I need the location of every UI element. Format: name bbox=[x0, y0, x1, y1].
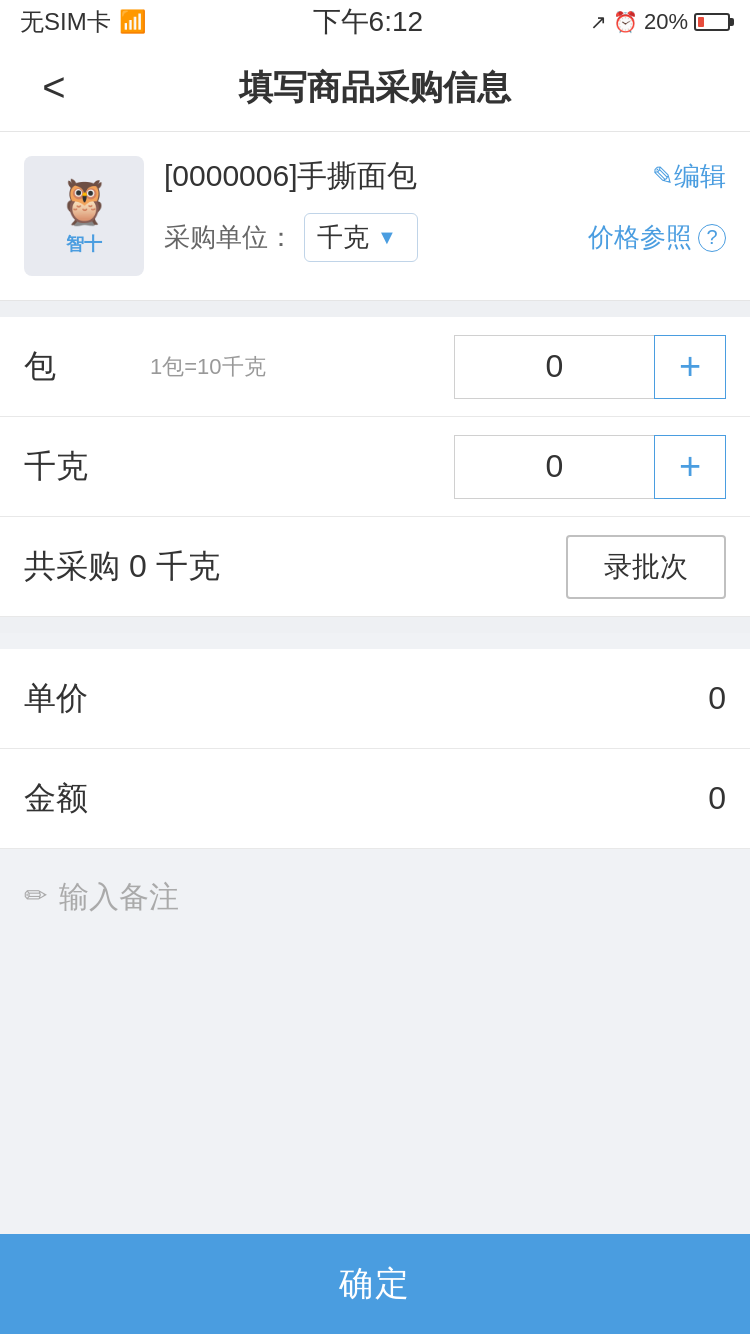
confirm-button[interactable]: 确定 bbox=[0, 1234, 750, 1334]
back-button[interactable]: < bbox=[24, 58, 84, 118]
product-image: 🦉 智十 bbox=[24, 156, 144, 276]
unit-row: 采购单位： 千克 ▼ 价格参照 ? bbox=[164, 213, 726, 262]
alarm-icon: ⏰ bbox=[613, 10, 638, 34]
unit-price-value: 0 bbox=[708, 680, 726, 717]
batch-button[interactable]: 录批次 bbox=[566, 535, 726, 599]
price-info-section: 单价 0 金额 0 bbox=[0, 649, 750, 849]
status-right: ↗ ⏰ 20% bbox=[590, 9, 730, 35]
edit-button[interactable]: ✎编辑 bbox=[652, 159, 726, 194]
bao-label: 包 bbox=[24, 345, 144, 389]
price-ref-label: 价格参照 bbox=[588, 220, 692, 255]
status-time: 下午6:12 bbox=[313, 3, 424, 41]
product-logo-text: 智十 bbox=[66, 232, 102, 256]
note-pencil-icon: ✏ bbox=[24, 879, 47, 912]
bao-qty-control: 0 + bbox=[454, 335, 726, 399]
battery-pct: 20% bbox=[644, 9, 688, 35]
summary-amount: 0 bbox=[129, 548, 147, 584]
amount-row: 金额 0 bbox=[0, 749, 750, 849]
product-card: 🦉 智十 [0000006]手撕面包 ✎编辑 采购单位： 千克 ▼ 价格参照 bbox=[0, 132, 750, 301]
unit-value: 千克 bbox=[317, 220, 369, 255]
page-title: 填写商品采购信息 bbox=[239, 65, 511, 111]
kg-input-row: 千克 0 + bbox=[0, 417, 750, 517]
note-placeholder-text: 输入备注 bbox=[59, 877, 179, 918]
bao-plus-button[interactable]: + bbox=[654, 335, 726, 399]
status-left: 无SIM卡 📶 bbox=[20, 6, 146, 38]
product-name-row: [0000006]手撕面包 ✎编辑 bbox=[164, 156, 726, 197]
summary-prefix: 共采购 bbox=[24, 548, 120, 584]
kg-label: 千克 bbox=[24, 445, 144, 489]
footer-space bbox=[0, 969, 750, 1169]
location-icon: ↗ bbox=[590, 10, 607, 34]
summary-row: 共采购 0 千克 录批次 bbox=[0, 517, 750, 617]
product-logo-icon: 🦉 bbox=[57, 176, 112, 228]
amount-label: 金额 bbox=[24, 777, 88, 821]
section-divider-1 bbox=[0, 301, 750, 317]
bao-input-row: 包 1包=10千克 0 + bbox=[0, 317, 750, 417]
dropdown-arrow-icon: ▼ bbox=[377, 226, 397, 249]
unit-dropdown[interactable]: 千克 ▼ bbox=[304, 213, 418, 262]
wifi-icon: 📶 bbox=[119, 9, 146, 35]
price-ref-icon: ? bbox=[698, 224, 726, 252]
kg-plus-button[interactable]: + bbox=[654, 435, 726, 499]
product-info: [0000006]手撕面包 ✎编辑 采购单位： 千克 ▼ 价格参照 ? bbox=[164, 156, 726, 262]
product-name: [0000006]手撕面包 bbox=[164, 156, 417, 197]
note-area[interactable]: ✏ 输入备注 bbox=[0, 849, 750, 969]
amount-value: 0 bbox=[708, 780, 726, 817]
nav-bar: < 填写商品采购信息 bbox=[0, 44, 750, 132]
bao-qty-input[interactable]: 0 bbox=[454, 335, 654, 399]
kg-qty-control: 0 + bbox=[454, 435, 726, 499]
unit-label: 采购单位： bbox=[164, 220, 294, 255]
summary-text: 共采购 0 千克 bbox=[24, 545, 220, 589]
input-section: 包 1包=10千克 0 + 千克 0 + bbox=[0, 317, 750, 517]
unit-price-label: 单价 bbox=[24, 677, 88, 721]
battery-icon bbox=[694, 13, 730, 31]
kg-qty-input[interactable]: 0 bbox=[454, 435, 654, 499]
status-bar: 无SIM卡 📶 下午6:12 ↗ ⏰ 20% bbox=[0, 0, 750, 44]
section-divider-2 bbox=[0, 617, 750, 633]
unit-price-row: 单价 0 bbox=[0, 649, 750, 749]
bao-sub-label: 1包=10千克 bbox=[150, 352, 266, 382]
summary-suffix: 千克 bbox=[156, 548, 220, 584]
price-ref-button[interactable]: 价格参照 ? bbox=[588, 220, 726, 255]
carrier-text: 无SIM卡 bbox=[20, 6, 111, 38]
